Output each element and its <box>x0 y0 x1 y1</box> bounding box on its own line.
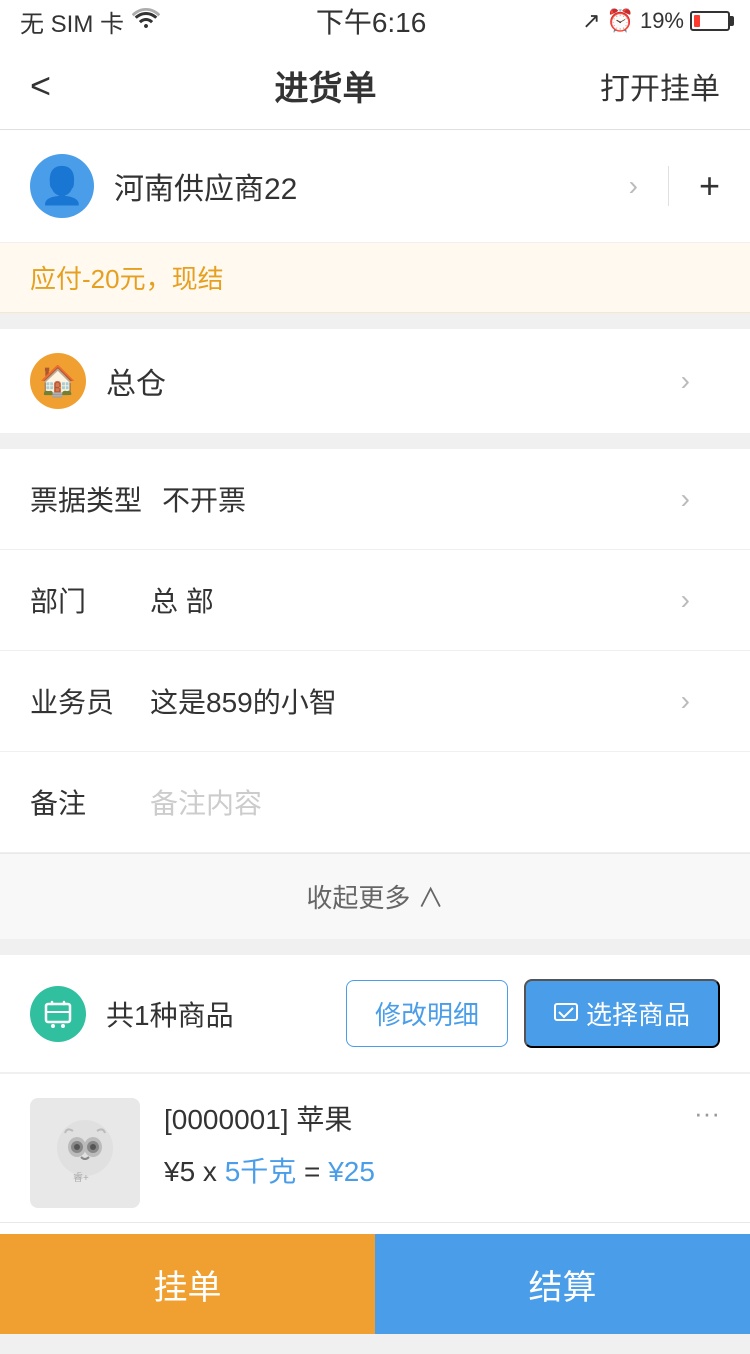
salesperson-value: 这是859的小智 <box>150 681 681 721</box>
home-icon: 🏠 <box>39 364 76 399</box>
edit-detail-button[interactable]: 修改明细 <box>346 980 508 1047</box>
bottom-area: 合计： ¥ 25 共1种 挂单 结算 <box>0 1222 750 1334</box>
product-code: [0000001] <box>164 1104 296 1135</box>
quantity: 5千克 <box>225 1156 297 1187</box>
product-price-row: ¥5 x 5千克 = ¥25 <box>164 1150 694 1190</box>
equals: = <box>296 1156 328 1187</box>
battery-icon <box>690 11 730 31</box>
supplier-card: 👤 河南供应商22 › + 应付-20元，现结 <box>0 130 750 313</box>
remark-input[interactable]: 备注内容 <box>150 782 720 822</box>
pending-button[interactable]: 挂单 <box>0 1234 375 1334</box>
back-button[interactable]: < <box>30 65 51 107</box>
location-icon: ↗ <box>582 8 600 34</box>
remark-label: 备注 <box>30 782 130 822</box>
status-right: ↗ ⏰ 19% <box>582 8 730 34</box>
checkout-label: 结算 <box>529 1260 597 1309</box>
unit-price: ¥5 x <box>164 1156 225 1187</box>
product-name: [0000001] 苹果 <box>164 1098 694 1138</box>
invoice-label: 票据类型 <box>30 479 142 519</box>
remark-row[interactable]: 备注 备注内容 <box>0 752 750 853</box>
invoice-value: 不开票 <box>162 479 681 519</box>
vertical-divider <box>668 166 669 206</box>
svg-text:睿+: 睿+ <box>73 1171 89 1184</box>
supplier-name: 河南供应商22 <box>114 164 629 208</box>
warehouse-row[interactable]: 🏠 总仓 › <box>0 329 750 433</box>
chevron-right-icon: › <box>681 584 690 616</box>
status-time: 下午6:16 <box>316 1 427 41</box>
chevron-right-icon: › <box>629 170 638 202</box>
salesperson-row[interactable]: 业务员 这是859的小智 › <box>0 651 750 752</box>
status-left: 无 SIM 卡 <box>20 4 160 39</box>
add-button[interactable]: + <box>699 165 720 207</box>
select-icon <box>554 1003 578 1025</box>
page-title: 进货单 <box>275 61 377 110</box>
cart-icon <box>42 1000 74 1028</box>
salesperson-label: 业务员 <box>30 681 130 721</box>
supplier-row[interactable]: 👤 河南供应商22 › + <box>0 130 750 243</box>
chevron-right-icon: › <box>681 483 690 515</box>
carrier-text: 无 SIM 卡 <box>20 4 124 39</box>
status-bar: 无 SIM 卡 下午6:16 ↗ ⏰ 19% <box>0 0 750 42</box>
invoice-row[interactable]: 票据类型 不开票 › <box>0 449 750 550</box>
collapse-label: 收起更多 ∧ <box>306 883 443 913</box>
pending-label: 挂单 <box>154 1260 222 1309</box>
chevron-right-icon: › <box>681 685 690 717</box>
warehouse-card[interactable]: 🏠 总仓 › <box>0 329 750 433</box>
product-info: [0000001] 苹果 ¥5 x 5千克 = ¥25 <box>164 1098 694 1190</box>
notice-text: 应付-20元，现结 <box>30 264 224 294</box>
alarm-icon: ⏰ <box>607 8 634 34</box>
notice-bar: 应付-20元，现结 <box>0 243 750 313</box>
select-product-label: 选择商品 <box>586 995 690 1032</box>
department-value: 总 部 <box>150 580 681 620</box>
product-title: 苹果 <box>296 1104 352 1135</box>
supplier-avatar: 👤 <box>30 154 94 218</box>
checkout-button[interactable]: 结算 <box>375 1234 750 1334</box>
product-item: 睿+ [0000001] 苹果 ¥5 x 5千克 = ¥25 ··· <box>0 1074 750 1232</box>
more-options-button[interactable]: ··· <box>694 1098 720 1129</box>
collapse-button[interactable]: 收起更多 ∧ <box>0 853 750 939</box>
warehouse-name: 总仓 <box>106 359 681 403</box>
form-section: 票据类型 不开票 › 部门 总 部 › 业务员 这是859的小智 › 备注 备注… <box>0 449 750 939</box>
product-count: 共1种商品 <box>106 994 346 1034</box>
department-row[interactable]: 部门 总 部 › <box>0 550 750 651</box>
line-total: ¥25 <box>328 1156 375 1187</box>
owl-logo: 睿+ <box>45 1113 125 1193</box>
chevron-right-icon: › <box>681 365 690 397</box>
open-pending-button[interactable]: 打开挂单 <box>600 64 720 108</box>
wifi-icon <box>132 7 160 35</box>
department-label: 部门 <box>30 580 130 620</box>
warehouse-icon-bg: 🏠 <box>30 353 86 409</box>
battery-text: 19% <box>640 8 684 34</box>
product-header: 共1种商品 修改明细 选择商品 <box>0 955 750 1072</box>
content-area: 👤 河南供应商22 › + 应付-20元，现结 🏠 总仓 › 票据类型 不开票 … <box>0 130 750 1354</box>
select-product-button[interactable]: 选择商品 <box>524 979 720 1048</box>
action-bar: 挂单 结算 <box>0 1234 750 1334</box>
product-icon-bg <box>30 986 86 1042</box>
product-thumbnail: 睿+ <box>30 1098 140 1208</box>
user-icon: 👤 <box>40 165 85 207</box>
nav-bar: < 进货单 打开挂单 <box>0 42 750 130</box>
